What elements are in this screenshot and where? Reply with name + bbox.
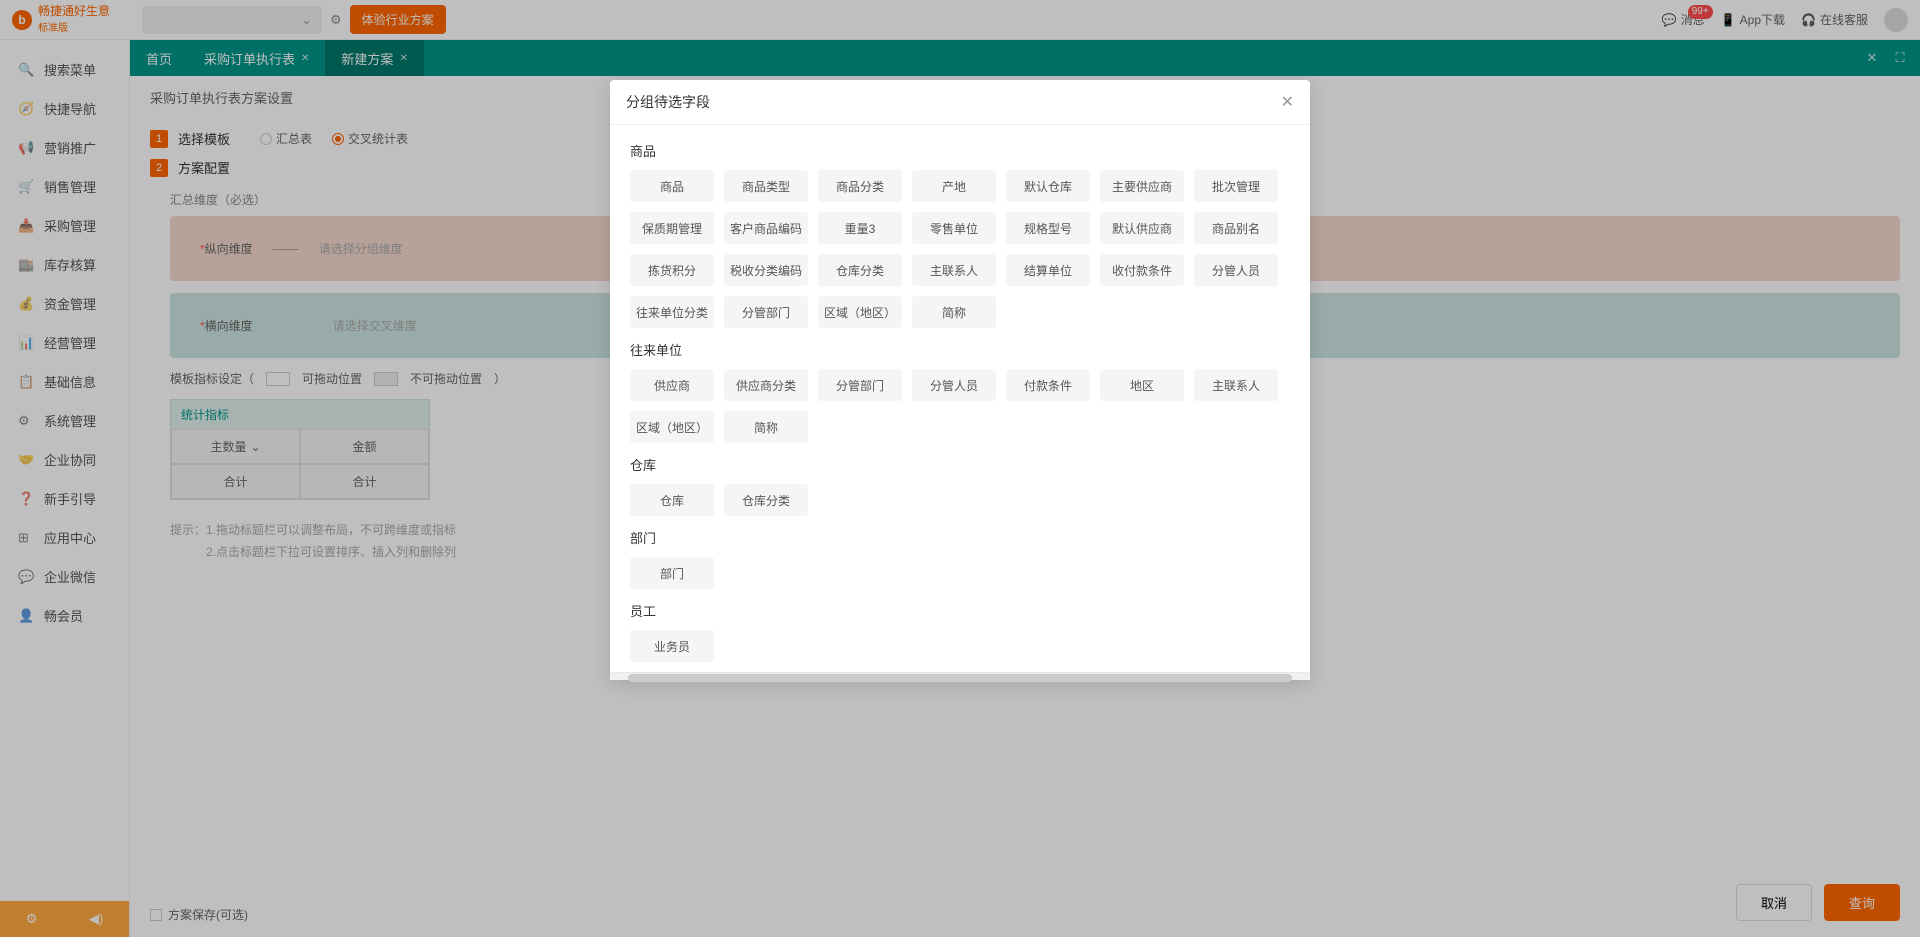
field-group-title: 往来单位: [630, 340, 1290, 359]
field-chip[interactable]: 简称: [724, 411, 808, 443]
field-chip[interactable]: 分管人员: [912, 369, 996, 401]
field-chip[interactable]: 规格型号: [1006, 212, 1090, 244]
field-chip[interactable]: 分管部门: [818, 369, 902, 401]
field-chip[interactable]: 供应商分类: [724, 369, 808, 401]
field-selector-modal: 分组待选字段 ✕ 商品商品商品类型商品分类产地默认仓库主要供应商批次管理保质期管…: [610, 80, 1310, 680]
field-chip[interactable]: 供应商: [630, 369, 714, 401]
field-group-title: 部门: [630, 528, 1290, 547]
field-chip[interactable]: 地区: [1100, 369, 1184, 401]
modal-hscroll[interactable]: [610, 672, 1310, 680]
field-chip[interactable]: 保质期管理: [630, 212, 714, 244]
modal-overlay[interactable]: 分组待选字段 ✕ 商品商品商品类型商品分类产地默认仓库主要供应商批次管理保质期管…: [0, 0, 1920, 937]
field-grid: 商品商品类型商品分类产地默认仓库主要供应商批次管理保质期管理客户商品编码重量3 零…: [630, 170, 1290, 328]
field-chip[interactable]: 分管部门: [724, 296, 808, 328]
field-chip[interactable]: 零售单位: [912, 212, 996, 244]
field-chip[interactable]: 分管人员: [1194, 254, 1278, 286]
field-chip[interactable]: 收付款条件: [1100, 254, 1184, 286]
field-group-title: 仓库: [630, 455, 1290, 474]
field-chip[interactable]: 主联系人: [1194, 369, 1278, 401]
field-chip[interactable]: 结算单位: [1006, 254, 1090, 286]
field-grid: 部门: [630, 557, 1290, 589]
field-chip[interactable]: 主联系人: [912, 254, 996, 286]
modal-header: 分组待选字段 ✕: [610, 80, 1310, 125]
field-chip[interactable]: 税收分类编码: [724, 254, 808, 286]
field-chip[interactable]: 商品: [630, 170, 714, 202]
field-grid: 供应商供应商分类分管部门分管人员付款条件地区主联系人区域（地区） 简称: [630, 369, 1290, 443]
close-icon[interactable]: ✕: [1281, 92, 1294, 112]
field-chip[interactable]: 付款条件: [1006, 369, 1090, 401]
field-chip[interactable]: 仓库: [630, 484, 714, 516]
field-chip[interactable]: 往来单位分类: [630, 296, 714, 328]
modal-body[interactable]: 商品商品商品类型商品分类产地默认仓库主要供应商批次管理保质期管理客户商品编码重量…: [610, 125, 1310, 672]
field-chip[interactable]: 仓库分类: [724, 484, 808, 516]
field-chip[interactable]: 部门: [630, 557, 714, 589]
modal-title: 分组待选字段: [626, 92, 710, 112]
field-chip[interactable]: 拣货积分: [630, 254, 714, 286]
field-chip[interactable]: 区域（地区）: [630, 411, 714, 443]
field-chip[interactable]: 批次管理: [1194, 170, 1278, 202]
field-chip[interactable]: 主要供应商: [1100, 170, 1184, 202]
field-chip[interactable]: 产地: [912, 170, 996, 202]
field-grid: 业务员: [630, 630, 1290, 662]
field-chip[interactable]: 简称: [912, 296, 996, 328]
field-group-title: 商品: [630, 141, 1290, 160]
field-chip[interactable]: 默认仓库: [1006, 170, 1090, 202]
field-chip[interactable]: 商品别名: [1194, 212, 1278, 244]
field-grid: 仓库仓库分类: [630, 484, 1290, 516]
field-chip[interactable]: 区域（地区）: [818, 296, 902, 328]
field-chip[interactable]: 重量3: [818, 212, 902, 244]
field-chip[interactable]: 业务员: [630, 630, 714, 662]
field-chip[interactable]: 默认供应商: [1100, 212, 1184, 244]
field-chip[interactable]: 商品类型: [724, 170, 808, 202]
field-chip[interactable]: 商品分类: [818, 170, 902, 202]
field-chip[interactable]: 客户商品编码: [724, 212, 808, 244]
field-group-title: 员工: [630, 601, 1290, 620]
field-chip[interactable]: 仓库分类: [818, 254, 902, 286]
